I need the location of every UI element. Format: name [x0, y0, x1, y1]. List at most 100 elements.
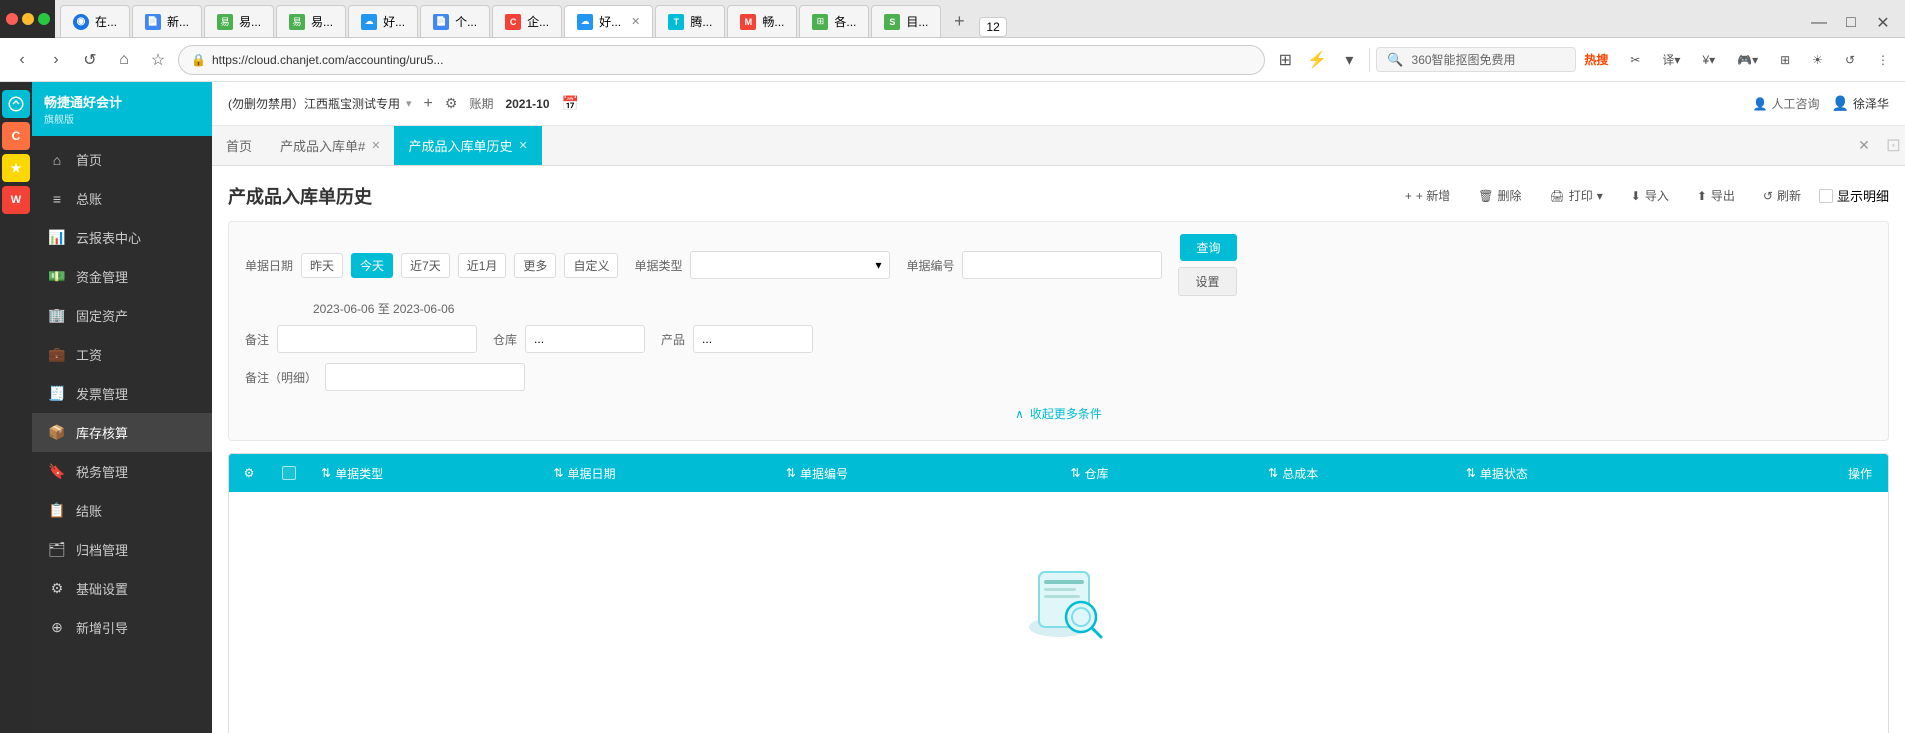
- breadcrumb-history-close[interactable]: ✕: [518, 139, 527, 152]
- th-number[interactable]: ⇅ 单据编号: [774, 465, 1059, 482]
- new-tab-button[interactable]: +: [943, 5, 975, 37]
- breadcrumb-home[interactable]: 首页: [212, 126, 266, 165]
- browser-tab-7[interactable]: C 企...: [492, 5, 562, 37]
- th-type[interactable]: ⇅ 单据类型: [309, 465, 541, 482]
- filter-settings-button[interactable]: 设置: [1178, 267, 1236, 296]
- user-avatar: 👤: [1832, 95, 1849, 112]
- bookmark-button[interactable]: ☆: [144, 46, 172, 74]
- dropdown-button[interactable]: ▾: [1335, 46, 1363, 74]
- app-icon-4[interactable]: W: [2, 186, 30, 214]
- sidebar-item-fund[interactable]: 💵 资金管理: [32, 257, 212, 296]
- scissors-toolbar[interactable]: ✂: [1622, 50, 1648, 70]
- sun-toolbar[interactable]: ☀: [1804, 50, 1831, 70]
- sidebar-item-home[interactable]: ⌂ 首页: [32, 140, 212, 179]
- back-button[interactable]: ‹: [8, 46, 36, 74]
- checkbox-show-detail[interactable]: [1819, 189, 1833, 203]
- settings-gear-button[interactable]: ⚙: [445, 95, 458, 112]
- header-checkbox[interactable]: [282, 466, 296, 480]
- sidebar-item-payroll[interactable]: 💼 工资: [32, 335, 212, 374]
- product-select[interactable]: ...: [693, 325, 813, 353]
- more-toolbar[interactable]: ⋮: [1869, 50, 1897, 70]
- show-detail-toggle[interactable]: 显示明细: [1819, 186, 1889, 205]
- translate-toolbar[interactable]: 译▾: [1654, 48, 1688, 71]
- custom-date-btn[interactable]: 自定义: [564, 253, 618, 278]
- sidebar-item-more[interactable]: ⊕ 新增引导: [32, 608, 212, 647]
- app-icon-2[interactable]: C: [2, 122, 30, 150]
- 7days-btn[interactable]: 近7天: [401, 253, 450, 278]
- remark-input[interactable]: [277, 325, 477, 353]
- delete-button[interactable]: 🗑 删除: [1468, 182, 1531, 209]
- app-icon-3[interactable]: ★: [2, 154, 30, 182]
- url-bar[interactable]: 🔒 https://cloud.chanjet.com/accounting/u…: [178, 45, 1265, 75]
- breadcrumb-list-close[interactable]: ✕: [371, 139, 380, 152]
- th-warehouse[interactable]: ⇅ 仓库: [1058, 465, 1256, 482]
- home-button[interactable]: ⌂: [110, 46, 138, 74]
- browser-tab-9[interactable]: T 腾...: [655, 5, 725, 37]
- th-cost[interactable]: ⇅ 总成本: [1256, 465, 1454, 482]
- warehouse-select[interactable]: ...: [525, 325, 645, 353]
- close-panel-button[interactable]: ✕: [1846, 129, 1882, 162]
- sidebar-item-settlement[interactable]: 📋 结账: [32, 491, 212, 530]
- refresh-btn[interactable]: ↺ 刷新: [1753, 182, 1811, 209]
- sidebar-subtitle: 旗舰版: [44, 111, 122, 126]
- more-date-btn[interactable]: 更多: [514, 253, 556, 278]
- refresh-button[interactable]: ↺: [76, 46, 104, 74]
- lightning-button[interactable]: ⚡: [1303, 46, 1331, 74]
- breadcrumb-list[interactable]: 产成品入库单# ✕: [266, 126, 394, 165]
- delete-icon: 🗑: [1478, 189, 1493, 203]
- extensions-button[interactable]: ⊞: [1271, 46, 1299, 74]
- maximize-button[interactable]: □: [1837, 9, 1865, 37]
- th-checkbox[interactable]: [269, 466, 309, 480]
- minimize-button[interactable]: —: [1805, 9, 1833, 37]
- grid-toolbar[interactable]: ⊞: [1772, 50, 1798, 70]
- add-account-button[interactable]: +: [424, 95, 433, 113]
- yesterday-btn[interactable]: 昨天: [301, 253, 343, 278]
- export-button[interactable]: ⬆ 导出: [1687, 182, 1745, 209]
- th-date[interactable]: ⇅ 单据日期: [541, 465, 773, 482]
- undo-toolbar[interactable]: ↺: [1837, 50, 1863, 70]
- sidebar-item-tax[interactable]: 🔖 税务管理: [32, 452, 212, 491]
- sidebar-item-reports[interactable]: 📊 云报表中心: [32, 218, 212, 257]
- browser-tab-1[interactable]: ◉ 在...: [60, 5, 130, 37]
- today-btn[interactable]: 今天: [351, 253, 393, 278]
- number-input[interactable]: [962, 251, 1162, 279]
- th-status[interactable]: ⇅ 单据状态: [1454, 465, 1686, 482]
- account-selector[interactable]: (勿删勿禁用）江西瓶宝测试专用 ▾: [228, 95, 412, 112]
- hot-search-badge[interactable]: 热搜: [1584, 51, 1608, 68]
- browser-tab-2[interactable]: 📄 新...: [132, 5, 202, 37]
- browser-tab-5[interactable]: ☁ 好...: [348, 5, 418, 37]
- sidebar-item-settings[interactable]: ⚙ 基础设置: [32, 569, 212, 608]
- th-settings[interactable]: ⚙: [229, 466, 269, 480]
- browser-tab-3[interactable]: 易 易...: [204, 5, 274, 37]
- query-button[interactable]: 查询: [1180, 234, 1236, 261]
- sidebar-item-archive[interactable]: 🗂 归档管理: [32, 530, 212, 569]
- collapse-filters-button[interactable]: ∧ 收起更多条件: [245, 399, 1872, 428]
- breadcrumb-history[interactable]: 产成品入库单历史 ✕: [394, 126, 541, 165]
- browser-tab-12[interactable]: S 目...: [871, 5, 941, 37]
- type-select[interactable]: ▾: [690, 251, 890, 279]
- add-button[interactable]: + + 新增: [1395, 182, 1460, 209]
- 1month-btn[interactable]: 近1月: [458, 253, 507, 278]
- game-toolbar[interactable]: 🎮▾: [1729, 50, 1766, 70]
- sidebar-item-invoice[interactable]: 🧾 发票管理: [32, 374, 212, 413]
- yuan-toolbar[interactable]: ¥▾: [1694, 50, 1723, 70]
- tab-close-icon[interactable]: ✕: [631, 15, 640, 28]
- sidebar-item-inventory[interactable]: 📦 库存核算: [32, 413, 212, 452]
- sidebar-item-general-ledger[interactable]: ≡ 总账: [32, 179, 212, 218]
- forward-button[interactable]: ›: [42, 46, 70, 74]
- empty-state: [229, 492, 1888, 733]
- sidebar-item-fixed-assets[interactable]: 🏢 固定资产: [32, 296, 212, 335]
- warehouse-select-placeholder: ...: [534, 332, 544, 346]
- browser-tab-10[interactable]: M 畅...: [727, 5, 797, 37]
- browser-tab-8-active[interactable]: ☁ 好... ✕: [564, 5, 653, 37]
- detail-remark-input[interactable]: [325, 363, 525, 391]
- close-browser-button[interactable]: ✕: [1869, 9, 1897, 37]
- browser-tab-4[interactable]: 易 易...: [276, 5, 346, 37]
- browser-tab-11[interactable]: ⊞ 各...: [799, 5, 869, 37]
- expand-panel-button[interactable]: ⊡: [1882, 127, 1905, 164]
- browser-tab-6[interactable]: 📄 个...: [420, 5, 490, 37]
- import-button[interactable]: ⬇ 导入: [1621, 182, 1679, 209]
- app-icon-main[interactable]: [2, 90, 30, 118]
- print-button[interactable]: 🖨 打印 ▾: [1539, 182, 1612, 209]
- help-button[interactable]: 👤 人工咨询: [1753, 95, 1820, 112]
